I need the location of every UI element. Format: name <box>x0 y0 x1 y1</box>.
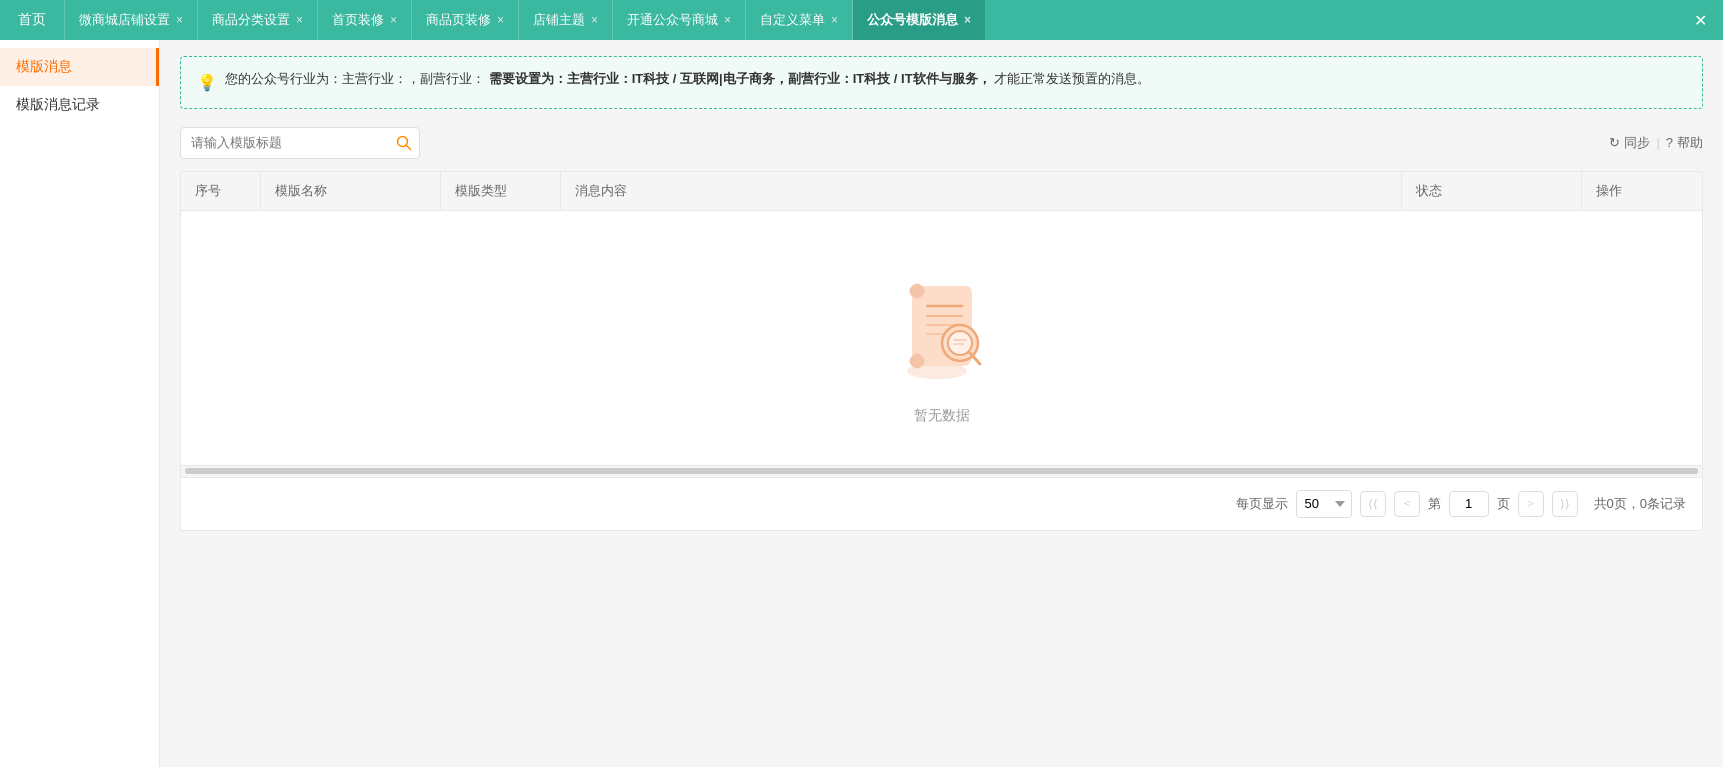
help-icon: ? <box>1666 135 1673 150</box>
total-text: 共0页，0条记录 <box>1594 495 1686 513</box>
close-tab-6[interactable]: × <box>831 13 838 27</box>
global-close-button[interactable]: ✕ <box>1678 0 1723 40</box>
nav-tab-7[interactable]: 公众号模版消息 × <box>853 0 986 40</box>
svg-line-1 <box>407 145 411 149</box>
close-tab-4[interactable]: × <box>591 13 598 27</box>
th-content: 消息内容 <box>561 172 1402 210</box>
horizontal-scrollbar[interactable] <box>181 465 1702 477</box>
search-icon <box>396 135 412 151</box>
main-layout: 模版消息 模版消息记录 💡 您的公众号行业为：主营行业：，副营行业： 需要设置为… <box>0 40 1723 767</box>
notice-icon: 💡 <box>197 70 217 96</box>
next-page-button[interactable]: ＞ <box>1518 491 1544 517</box>
nav-tab-6[interactable]: 自定义菜单 × <box>746 0 853 40</box>
top-nav: 首页 微商城店铺设置 × 商品分类设置 × 首页装修 × 商品页装修 × 店铺主… <box>0 0 1723 40</box>
close-tab-7[interactable]: × <box>964 13 971 27</box>
page-input[interactable] <box>1449 491 1489 517</box>
help-button[interactable]: ? 帮助 <box>1666 134 1703 152</box>
close-tab-1[interactable]: × <box>296 13 303 27</box>
nav-tab-0[interactable]: 微商城店铺设置 × <box>65 0 198 40</box>
nav-tab-1[interactable]: 商品分类设置 × <box>198 0 318 40</box>
search-button[interactable] <box>396 135 412 151</box>
per-page-label: 每页显示 <box>1236 495 1288 513</box>
data-table: 序号 模版名称 模版类型 消息内容 状态 操作 <box>180 171 1703 531</box>
close-tab-3[interactable]: × <box>497 13 504 27</box>
nav-home[interactable]: 首页 <box>0 0 65 40</box>
search-bar: ↻ 同步 | ? 帮助 <box>180 127 1703 159</box>
page-prefix: 第 <box>1428 495 1441 513</box>
empty-state: 暂无数据 <box>181 211 1702 465</box>
pagination: 每页显示 50 20 100 ⟨⟨ ＜ 第 页 ＞ ⟩⟩ 共0页，0条记录 <box>181 477 1702 530</box>
search-input[interactable] <box>180 127 420 159</box>
content-area: 💡 您的公众号行业为：主营行业：，副营行业： 需要设置为：主营行业：IT科技 /… <box>160 40 1723 767</box>
nav-tab-2[interactable]: 首页装修 × <box>318 0 412 40</box>
th-type: 模版类型 <box>441 172 561 210</box>
notice-box: 💡 您的公众号行业为：主营行业：，副营行业： 需要设置为：主营行业：IT科技 /… <box>180 56 1703 109</box>
table-header: 序号 模版名称 模版类型 消息内容 状态 操作 <box>181 172 1702 211</box>
sidebar-item-template-msg-record[interactable]: 模版消息记录 <box>0 86 159 124</box>
empty-text: 暂无数据 <box>914 407 970 425</box>
last-page-button[interactable]: ⟩⟩ <box>1552 491 1578 517</box>
sidebar: 模版消息 模版消息记录 <box>0 40 160 767</box>
th-name: 模版名称 <box>261 172 441 210</box>
page-suffix: 页 <box>1497 495 1510 513</box>
empty-illustration <box>882 271 1002 391</box>
close-tab-0[interactable]: × <box>176 13 183 27</box>
nav-tab-3[interactable]: 商品页装修 × <box>412 0 519 40</box>
nav-tab-4[interactable]: 店铺主题 × <box>519 0 613 40</box>
th-action: 操作 <box>1582 172 1702 210</box>
th-status: 状态 <box>1402 172 1582 210</box>
prev-page-button[interactable]: ＜ <box>1394 491 1420 517</box>
close-tab-2[interactable]: × <box>390 13 397 27</box>
nav-tab-5[interactable]: 开通公众号商城 × <box>613 0 746 40</box>
sync-icon: ↻ <box>1609 135 1620 150</box>
per-page-select[interactable]: 50 20 100 <box>1296 490 1352 518</box>
sidebar-item-template-msg[interactable]: 模版消息 <box>0 48 159 86</box>
th-index: 序号 <box>181 172 261 210</box>
first-page-button[interactable]: ⟨⟨ <box>1360 491 1386 517</box>
close-tab-5[interactable]: × <box>724 13 731 27</box>
sync-button[interactable]: ↻ 同步 <box>1609 134 1650 152</box>
